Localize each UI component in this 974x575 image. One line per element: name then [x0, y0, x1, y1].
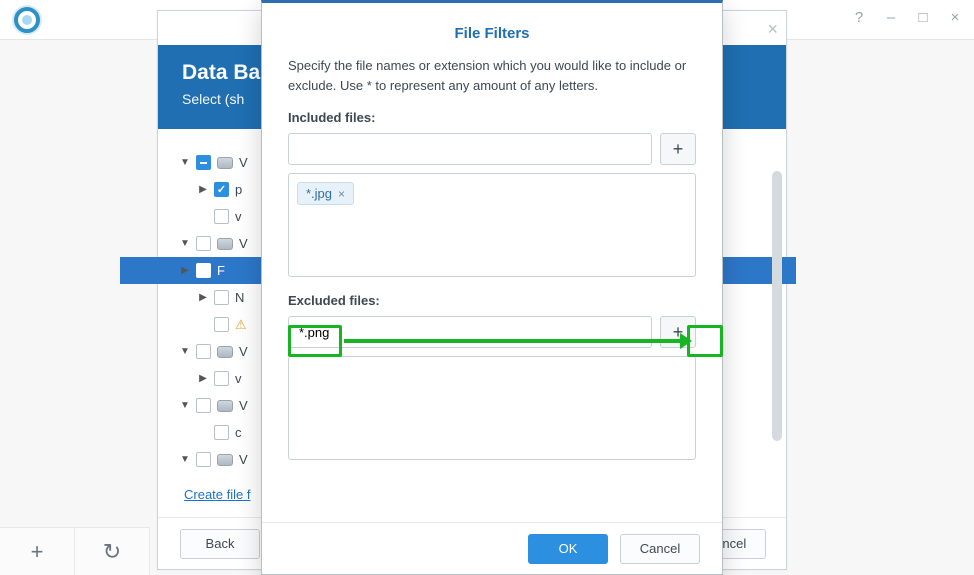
included-files-list: *.jpg ×	[288, 173, 696, 277]
volume-icon	[217, 454, 233, 466]
included-files-input[interactable]	[288, 133, 652, 165]
add-included-button[interactable]: +	[660, 133, 696, 165]
checkbox[interactable]	[214, 182, 229, 197]
history-icon: ↻	[103, 539, 121, 565]
volume-icon	[217, 238, 233, 250]
included-files-label: Included files:	[288, 110, 696, 125]
checkbox[interactable]	[214, 371, 229, 386]
task-toolbar: + ↻	[0, 527, 150, 575]
chevron-right-icon[interactable]: ▶	[198, 184, 208, 195]
filter-tag-label: *.jpg	[306, 186, 332, 201]
excluded-files-input[interactable]	[288, 316, 652, 348]
volume-icon	[217, 157, 233, 169]
cancel-button[interactable]: Cancel	[620, 534, 700, 564]
dialog-footer: OK Cancel	[262, 522, 722, 574]
filter-tag: *.jpg ×	[297, 182, 354, 205]
ok-button[interactable]: OK	[528, 534, 608, 564]
checkbox[interactable]	[214, 425, 229, 440]
checkbox[interactable]	[196, 398, 211, 413]
checkbox[interactable]	[196, 155, 211, 170]
checkbox[interactable]	[196, 236, 211, 251]
chevron-down-icon[interactable]: ▼	[180, 157, 190, 168]
chevron-right-icon[interactable]: ▶	[198, 292, 208, 303]
checkbox[interactable]	[196, 263, 211, 278]
checkbox[interactable]	[196, 344, 211, 359]
close-icon[interactable]: ×	[767, 19, 778, 40]
maximize-button[interactable]: □	[914, 8, 932, 26]
close-button[interactable]: ×	[946, 8, 964, 26]
checkbox[interactable]	[214, 290, 229, 305]
chevron-down-icon[interactable]: ▼	[180, 400, 190, 411]
history-button[interactable]: ↻	[75, 528, 150, 575]
help-button[interactable]: ?	[850, 8, 868, 26]
scrollbar[interactable]	[772, 171, 782, 441]
volume-icon	[217, 346, 233, 358]
dialog-description: Specify the file names or extension whic…	[288, 56, 696, 96]
excluded-files-label: Excluded files:	[288, 293, 696, 308]
excluded-files-list	[288, 356, 696, 460]
window-controls: ? – □ ×	[850, 8, 964, 26]
back-button[interactable]: Back	[180, 529, 260, 559]
checkbox[interactable]	[214, 317, 229, 332]
app-logo-icon	[14, 7, 40, 33]
dialog-title: File Filters	[262, 3, 722, 56]
chevron-down-icon[interactable]: ▼	[180, 454, 190, 465]
checkbox[interactable]	[196, 452, 211, 467]
file-filters-dialog: File Filters Specify the file names or e…	[261, 0, 723, 575]
chevron-right-icon[interactable]: ▶	[180, 265, 190, 276]
chevron-right-icon[interactable]: ▶	[198, 373, 208, 384]
add-task-button[interactable]: +	[0, 528, 75, 575]
chevron-down-icon[interactable]: ▼	[180, 238, 190, 249]
checkbox[interactable]	[214, 209, 229, 224]
volume-icon	[217, 400, 233, 412]
remove-tag-icon[interactable]: ×	[338, 187, 345, 201]
add-excluded-button[interactable]: +	[660, 316, 696, 348]
minimize-button[interactable]: –	[882, 8, 900, 26]
warning-icon: ⚠	[235, 317, 247, 333]
chevron-down-icon[interactable]: ▼	[180, 346, 190, 357]
